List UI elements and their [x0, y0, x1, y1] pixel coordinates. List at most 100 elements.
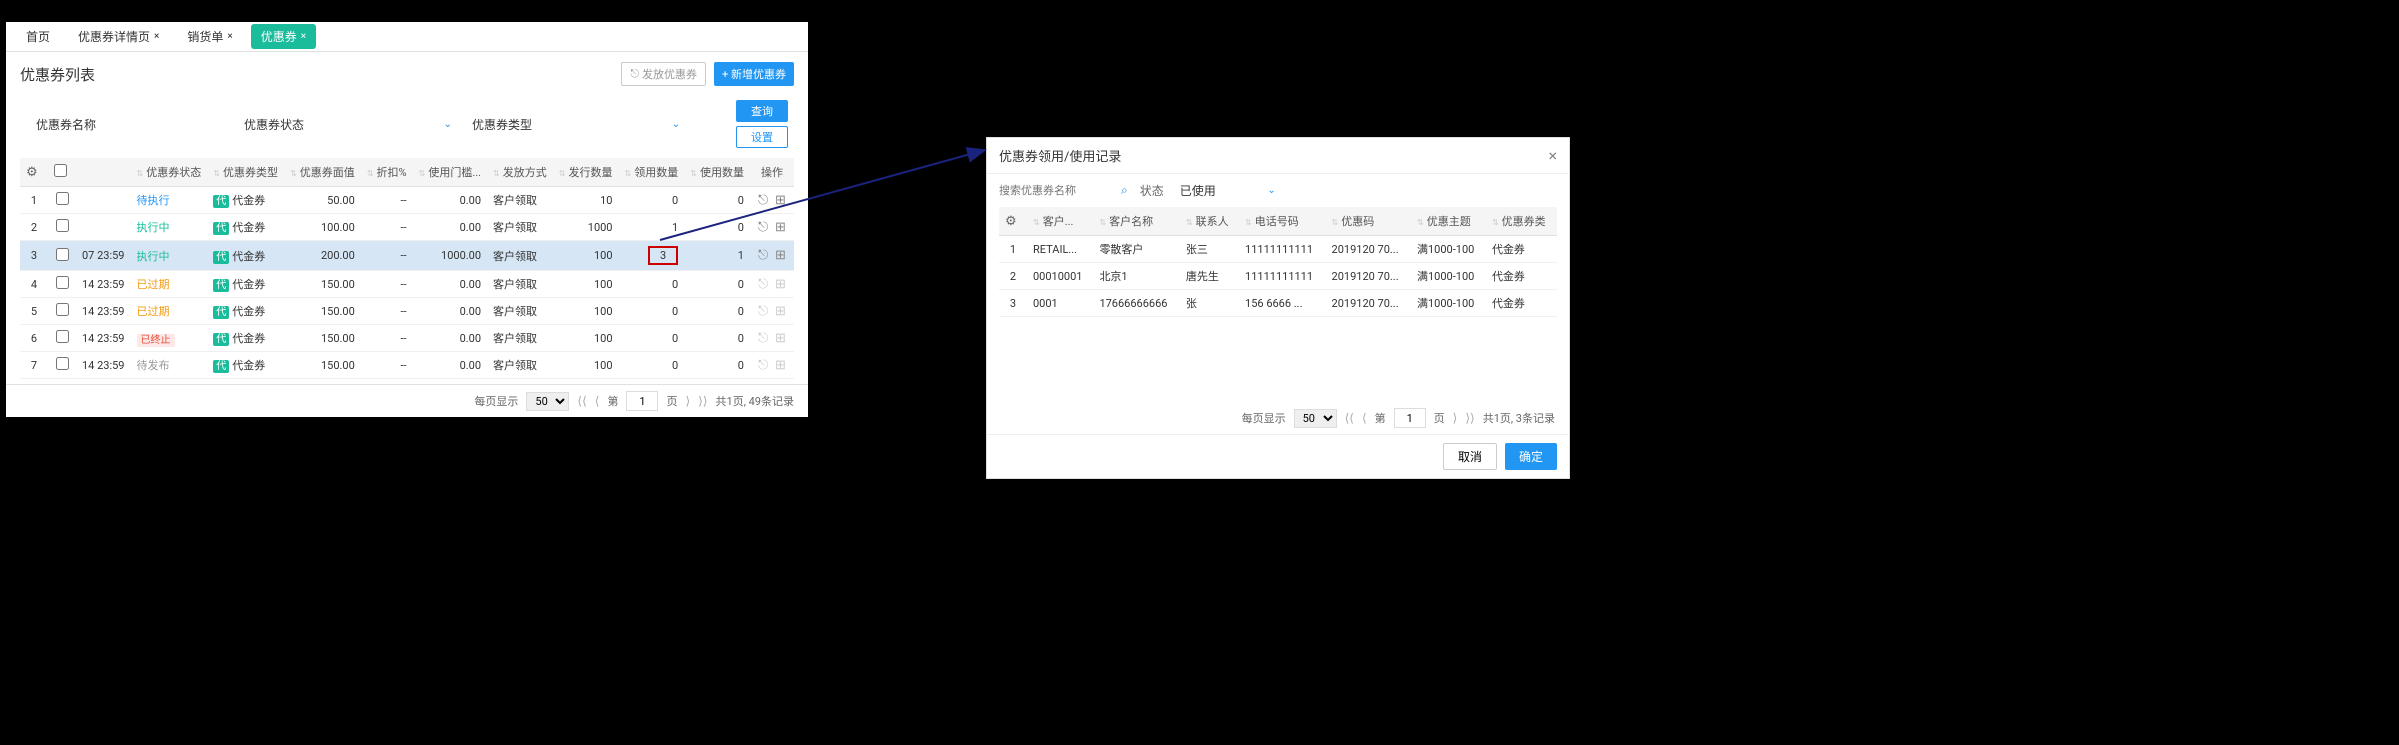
status-header[interactable]: ⇅优惠券状态: [131, 158, 208, 187]
qr-icon[interactable]: ⊞: [775, 358, 786, 373]
prev-page-icon[interactable]: ⟨: [595, 394, 600, 408]
add-coupon-button[interactable]: + 新增优惠券: [714, 62, 794, 86]
row-checkbox[interactable]: [56, 219, 69, 232]
claim-qty-cell[interactable]: 0: [619, 271, 685, 298]
share-icon[interactable]: ⎋: [758, 358, 768, 373]
claim-qty-cell[interactable]: 1: [619, 214, 685, 241]
coupon-type-header[interactable]: ⇅优惠券类: [1486, 207, 1557, 236]
method-header[interactable]: ⇅发放方式: [487, 158, 553, 187]
claim-qty-cell[interactable]: 0: [619, 325, 685, 352]
row-checkbox[interactable]: [56, 303, 69, 316]
qr-icon[interactable]: ⊞: [775, 331, 786, 346]
share-icon[interactable]: ⎋: [758, 277, 768, 292]
per-page-select[interactable]: 50: [1294, 409, 1337, 428]
topic-header[interactable]: ⇅优惠主题: [1411, 207, 1486, 236]
page-number-input[interactable]: [1394, 408, 1426, 428]
issue-header[interactable]: ⇅发行数量: [553, 158, 619, 187]
prev-page-icon[interactable]: ⟨: [1362, 411, 1367, 425]
gear-header[interactable]: ⚙: [999, 207, 1027, 236]
header-label: 使用数量: [700, 166, 744, 179]
action-header: 操作: [750, 158, 794, 187]
settings-button[interactable]: 设置: [736, 126, 788, 148]
search-button[interactable]: 查询: [736, 100, 788, 122]
table-row[interactable]: 1 RETAIL... 零散客户 张三 11111111111 2019120 …: [999, 236, 1557, 263]
action-cell: ⎋ ⊞: [750, 271, 794, 298]
tab-detail[interactable]: 优惠券详情页 ×: [68, 24, 169, 49]
first-page-icon[interactable]: ⟨⟨: [577, 394, 586, 408]
qr-icon[interactable]: ⊞: [775, 277, 786, 292]
sort-icon: ⇅: [1245, 218, 1255, 227]
customer-code-cell: 0001: [1027, 290, 1093, 317]
first-page-icon[interactable]: ⟨⟨: [1345, 411, 1354, 425]
per-page-select[interactable]: 50: [526, 392, 569, 411]
table-row[interactable]: 3 0001 17666666666 张 156 6666 ... 201912…: [999, 290, 1557, 317]
tab-sales[interactable]: 销货单 ×: [177, 24, 242, 49]
close-icon[interactable]: ×: [301, 31, 306, 42]
page-title: 优惠券列表: [20, 64, 95, 85]
share-icon[interactable]: ⎋: [758, 220, 768, 235]
phone-header[interactable]: ⇅电话号码: [1239, 207, 1325, 236]
row-checkbox[interactable]: [56, 357, 69, 370]
table-row[interactable]: 7 14 23:59 待发布 代代金券 150.00 -- 0.00 客户领取 …: [20, 352, 794, 379]
status-select[interactable]: ⌄: [312, 119, 452, 130]
threshold-header[interactable]: ⇅使用门槛...: [413, 158, 487, 187]
table-row[interactable]: 3 07 23:59 执行中 代代金券 200.00 -- 1000.00 客户…: [20, 241, 794, 271]
tab-coupon[interactable]: 优惠券 ×: [251, 24, 316, 49]
table-row[interactable]: 5 14 23:59 已过期 代代金券 150.00 -- 0.00 客户领取 …: [20, 298, 794, 325]
row-checkbox[interactable]: [56, 248, 69, 261]
close-icon[interactable]: ×: [154, 31, 159, 42]
coupon-code-header[interactable]: ⇅优惠码: [1326, 207, 1411, 236]
claim-qty-cell[interactable]: 0: [619, 352, 685, 379]
tab-home[interactable]: 首页: [16, 24, 60, 49]
claim-qty-cell[interactable]: 0: [619, 298, 685, 325]
customer-name-cell: 零散客户: [1093, 236, 1179, 263]
next-page-icon[interactable]: ⟩: [1453, 411, 1458, 425]
modal-state-select[interactable]: 已使用 ⌄: [1176, 182, 1276, 199]
share-icon[interactable]: ⎋: [758, 193, 768, 208]
page-number-input[interactable]: [626, 391, 658, 411]
last-page-icon[interactable]: ⟩⟩: [1465, 411, 1474, 425]
close-icon[interactable]: ×: [1548, 146, 1557, 165]
type-select[interactable]: ⌄: [540, 119, 680, 130]
table-row[interactable]: 4 14 23:59 已过期 代代金券 150.00 -- 0.00 客户领取 …: [20, 271, 794, 298]
qr-icon[interactable]: ⊞: [775, 304, 786, 319]
share-icon[interactable]: ⎋: [758, 248, 768, 263]
row-checkbox[interactable]: [56, 330, 69, 343]
claim-header[interactable]: ⇅领用数量: [619, 158, 685, 187]
table-row[interactable]: 1 待执行 代代金券 50.00 -- 0.00 客户领取 10 0 0 ⎋ ⊞: [20, 187, 794, 214]
select-all-checkbox[interactable]: [54, 164, 67, 177]
table-row[interactable]: 2 00010001 北京1 唐先生 11111111111 2019120 7…: [999, 263, 1557, 290]
discount-header[interactable]: ⇅折扣%: [361, 158, 413, 187]
share-icon[interactable]: ⎋: [758, 304, 768, 319]
checkbox-header[interactable]: [48, 158, 76, 187]
table-row[interactable]: 6 14 23:59 已终止 代代金券 150.00 -- 0.00 客户领取 …: [20, 325, 794, 352]
coupon-name-input[interactable]: [104, 113, 224, 135]
claim-qty-cell[interactable]: 3: [619, 241, 685, 271]
row-checkbox[interactable]: [56, 276, 69, 289]
modal-search-input[interactable]: [999, 184, 1109, 198]
claim-count-highlight[interactable]: 3: [648, 246, 678, 265]
customer-name-header[interactable]: ⇅客户名称: [1093, 207, 1179, 236]
next-page-icon[interactable]: ⟩: [685, 394, 690, 408]
type-header[interactable]: ⇅优惠券类型: [207, 158, 284, 187]
distribute-coupon-button[interactable]: ⎋ 发放优惠券: [621, 62, 706, 86]
claim-qty-cell[interactable]: 0: [619, 187, 685, 214]
qr-icon[interactable]: ⊞: [775, 248, 786, 263]
type-cell: 代代金券: [207, 352, 284, 379]
last-page-icon[interactable]: ⟩⟩: [698, 394, 707, 408]
qr-icon[interactable]: ⊞: [775, 193, 786, 208]
close-icon[interactable]: ×: [227, 31, 232, 42]
row-checkbox[interactable]: [56, 192, 69, 205]
table-row[interactable]: 2 执行中 代代金券 100.00 -- 0.00 客户领取 1000 1 0 …: [20, 214, 794, 241]
search-icon[interactable]: ⌕: [1121, 183, 1128, 198]
share-icon[interactable]: ⎋: [758, 331, 768, 346]
cancel-button[interactable]: 取消: [1443, 443, 1497, 470]
customer-code-header[interactable]: ⇅客户...: [1027, 207, 1093, 236]
qr-icon[interactable]: ⊞: [775, 220, 786, 235]
face-header[interactable]: ⇅优惠券面值: [284, 158, 361, 187]
contact-header[interactable]: ⇅联系人: [1180, 207, 1239, 236]
modal-state-value: 已使用: [1180, 182, 1216, 199]
use-header[interactable]: ⇅使用数量: [684, 158, 750, 187]
gear-header[interactable]: ⚙: [20, 158, 48, 187]
confirm-button[interactable]: 确定: [1505, 443, 1557, 470]
